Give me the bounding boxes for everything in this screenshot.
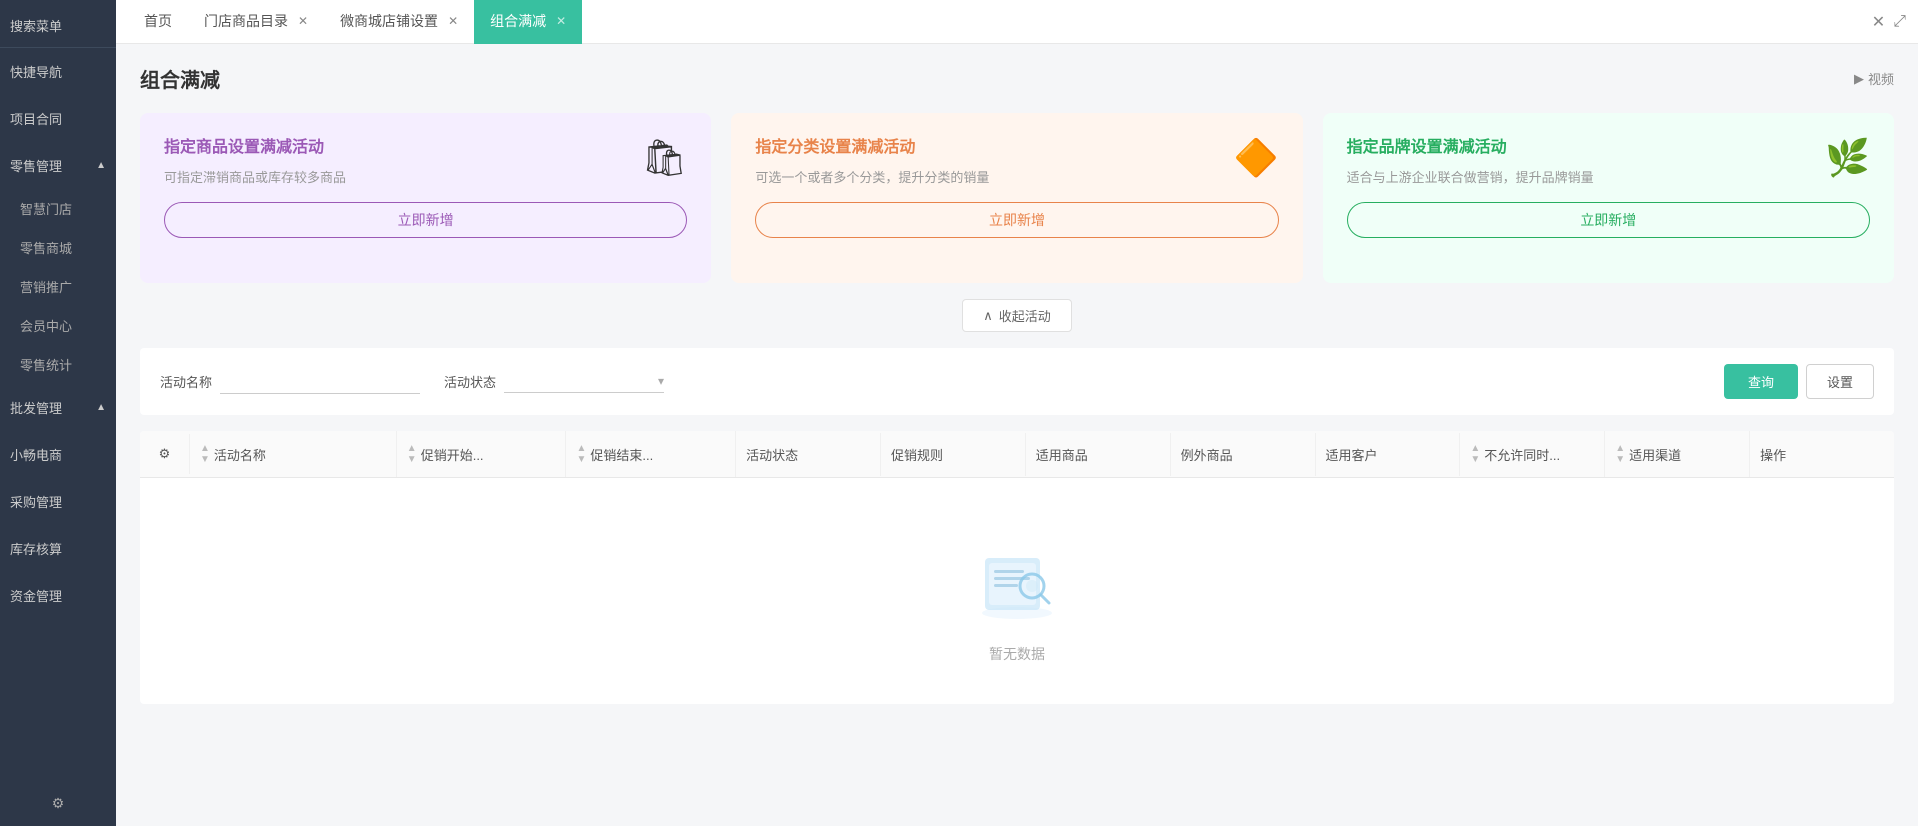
th-except: 例外商品: [1171, 433, 1316, 476]
sidebar-item-wholesale-mgmt[interactable]: 批发管理: [0, 384, 116, 431]
page-title: 组合满减: [140, 64, 220, 93]
sort-icon: ▲▼: [1470, 443, 1480, 465]
th-gear[interactable]: ⚙: [140, 434, 190, 474]
th-customer: 适用客户: [1316, 433, 1461, 476]
card-body-purple: 指定商品设置满减活动 可指定滞销商品或库存较多商品 🛍: [164, 133, 687, 186]
activity-status-select[interactable]: ▾: [504, 370, 664, 393]
sidebar-search[interactable]: 搜索菜单: [0, 0, 116, 48]
brand-card-add-button[interactable]: 立即新增: [1347, 202, 1870, 238]
th-concurrent[interactable]: ▲▼ 不允许同时...: [1460, 431, 1605, 477]
th-start[interactable]: ▲▼ 促销开始...: [397, 431, 567, 477]
filter-bar: 活动名称 活动状态 ▾ 查询 设置: [140, 348, 1894, 415]
collapse-icon: ∧: [983, 308, 993, 324]
filter-activity-name: 活动名称: [160, 370, 420, 394]
filter-actions: 查询 设置: [1724, 364, 1874, 399]
product-card-title: 指定商品设置满减活动: [164, 133, 630, 157]
query-button[interactable]: 查询: [1724, 364, 1798, 399]
sidebar-item-quick-nav[interactable]: 快捷导航: [0, 48, 116, 95]
th-status: 活动状态: [736, 433, 881, 476]
category-card-desc: 可选一个或者多个分类，提升分类的销量: [755, 167, 1222, 186]
brand-card-icon: 🌿: [1825, 137, 1870, 179]
card-body-green: 指定品牌设置满减活动 适合与上游企业联合做营销，提升品牌销量 🌿: [1347, 133, 1870, 186]
activity-cards: 指定商品设置满减活动 可指定滞销商品或库存较多商品 🛍 立即新增 指定分类设置满…: [140, 113, 1894, 283]
product-card-icon: 🛍: [642, 137, 688, 179]
sidebar-item-xiaochang-ec[interactable]: 小畅电商: [0, 431, 116, 478]
sidebar-item-inventory-check[interactable]: 库存核算: [0, 525, 116, 572]
gear-icon: ⚙: [52, 795, 65, 812]
sort-icon: ▲▼: [576, 443, 586, 465]
tab-close-wechat-store[interactable]: ✕: [448, 14, 458, 28]
tab-combo-discount[interactable]: 组合满减 ✕: [474, 0, 582, 44]
category-card-title: 指定分类设置满减活动: [755, 133, 1222, 157]
sidebar-settings[interactable]: ⚙: [0, 781, 116, 826]
chevron-down-icon: ▾: [658, 374, 664, 388]
sidebar-item-project-contract[interactable]: 项目合同: [0, 95, 116, 142]
card-text-orange: 指定分类设置满减活动 可选一个或者多个分类，提升分类的销量: [755, 133, 1222, 186]
category-card-icon: 🔶: [1234, 137, 1279, 179]
sort-icon: ▲▼: [200, 443, 210, 465]
video-link[interactable]: ▶ 视频: [1854, 69, 1894, 88]
collapse-button[interactable]: ∧ 收起活动: [962, 299, 1072, 332]
content-area: 组合满减 ▶ 视频 指定商品设置满减活动 可指定滞销商品或库存较多商品 🛍 立即…: [116, 44, 1918, 826]
sidebar: 搜索菜单 快捷导航 项目合同 零售管理 智慧门店 零售商城 营销推广 会员中心 …: [0, 0, 116, 826]
category-card-add-button[interactable]: 立即新增: [755, 202, 1278, 238]
brand-card-desc: 适合与上游企业联合做营销，提升品牌销量: [1347, 167, 1814, 186]
setting-button[interactable]: 设置: [1806, 364, 1874, 399]
tab-close-store-catalog[interactable]: ✕: [298, 14, 308, 28]
brand-card-title: 指定品牌设置满减活动: [1347, 133, 1814, 157]
activity-name-label: 活动名称: [160, 372, 212, 391]
window-maximize-icon[interactable]: ⤢: [1893, 13, 1906, 31]
filter-activity-status: 活动状态 ▾: [444, 370, 664, 393]
th-goods: 适用商品: [1026, 433, 1171, 476]
brand-activity-card: 指定品牌设置满减活动 适合与上游企业联合做营销，提升品牌销量 🌿 立即新增: [1323, 113, 1894, 283]
empty-state: 暂无数据: [140, 478, 1894, 704]
sidebar-item-member-center[interactable]: 会员中心: [0, 306, 116, 345]
sort-icon: ▲▼: [407, 443, 417, 465]
product-card-desc: 可指定滞销商品或库存较多商品: [164, 167, 630, 186]
collapse-bar: ∧ 收起活动: [140, 299, 1894, 332]
card-text-purple: 指定商品设置满减活动 可指定滞销商品或库存较多商品: [164, 133, 630, 186]
sort-icon: ▲▼: [1615, 443, 1625, 465]
empty-text: 暂无数据: [989, 644, 1045, 664]
activity-status-label: 活动状态: [444, 372, 496, 391]
product-card-add-button[interactable]: 立即新增: [164, 202, 687, 238]
card-body-orange: 指定分类设置满减活动 可选一个或者多个分类，提升分类的销量 🔶: [755, 133, 1278, 186]
window-close-icon[interactable]: ✕: [1872, 12, 1885, 32]
tab-store-catalog[interactable]: 门店商品目录 ✕: [188, 0, 324, 44]
tab-wechat-store[interactable]: 微商城店铺设置 ✕: [324, 0, 474, 44]
card-text-green: 指定品牌设置满减活动 适合与上游企业联合做营销，提升品牌销量: [1347, 133, 1814, 186]
activity-name-input[interactable]: [220, 370, 420, 394]
sidebar-item-fund-mgmt[interactable]: 资金管理: [0, 572, 116, 619]
sidebar-item-marketing[interactable]: 营销推广: [0, 267, 116, 306]
th-channel[interactable]: ▲▼ 适用渠道: [1605, 431, 1750, 477]
gear-icon: ⚙: [159, 446, 171, 462]
table-wrapper: ⚙ ▲▼ 活动名称 ▲▼ 促销开始... ▲▼ 促销结束... 活动状态: [140, 431, 1894, 704]
th-end[interactable]: ▲▼ 促销结束...: [566, 431, 736, 477]
category-activity-card: 指定分类设置满减活动 可选一个或者多个分类，提升分类的销量 🔶 立即新增: [731, 113, 1302, 283]
play-icon: ▶: [1854, 71, 1864, 87]
th-name[interactable]: ▲▼ 活动名称: [190, 431, 397, 477]
tab-bar-right: ✕ ⤢: [1872, 12, 1906, 32]
sidebar-item-retail-mgmt[interactable]: 零售管理: [0, 142, 116, 189]
main-area: 首页 门店商品目录 ✕ 微商城店铺设置 ✕ 组合满减 ✕ ✕ ⤢ 组合满减 ▶ …: [116, 0, 1918, 826]
tab-bar: 首页 门店商品目录 ✕ 微商城店铺设置 ✕ 组合满减 ✕ ✕ ⤢: [116, 0, 1918, 44]
sidebar-item-retail-mall[interactable]: 零售商城: [0, 228, 116, 267]
tab-home[interactable]: 首页: [128, 0, 188, 44]
tab-close-combo-discount[interactable]: ✕: [556, 14, 566, 28]
th-rule: 促销规则: [881, 433, 1026, 476]
empty-illustration: [967, 538, 1067, 628]
table-header: ⚙ ▲▼ 活动名称 ▲▼ 促销开始... ▲▼ 促销结束... 活动状态: [140, 431, 1894, 478]
th-action: 操作: [1750, 433, 1894, 476]
sidebar-item-smart-store[interactable]: 智慧门店: [0, 189, 116, 228]
sidebar-item-purchase-mgmt[interactable]: 采购管理: [0, 478, 116, 525]
page-header: 组合满减 ▶ 视频: [140, 64, 1894, 93]
product-activity-card: 指定商品设置满减活动 可指定滞销商品或库存较多商品 🛍 立即新增: [140, 113, 711, 283]
sidebar-item-retail-stats[interactable]: 零售统计: [0, 345, 116, 384]
